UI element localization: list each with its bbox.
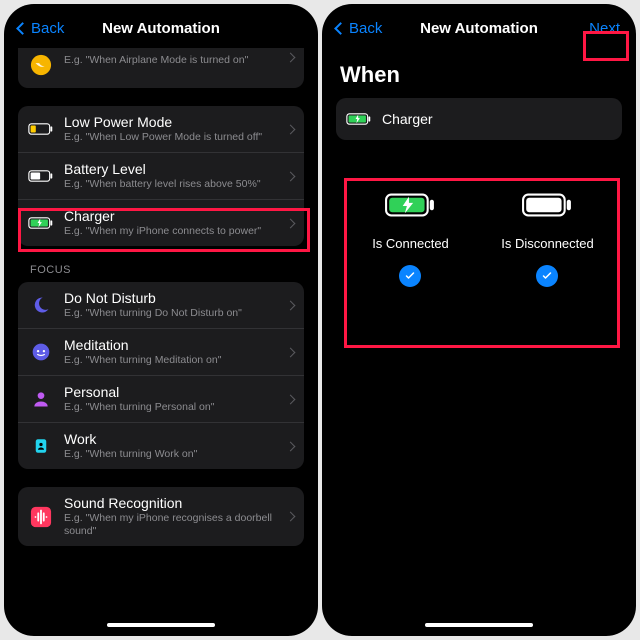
row-title: Personal bbox=[64, 384, 281, 401]
row-airplane-partial[interactable]: E.g. "When Airplane Mode is turned on" bbox=[18, 48, 304, 88]
row-sub: E.g. "When turning Personal on" bbox=[64, 401, 281, 414]
row-text: E.g. "When Airplane Mode is turned on" bbox=[64, 54, 281, 67]
home-indicator bbox=[107, 623, 215, 627]
nav-title: New Automation bbox=[420, 20, 538, 37]
row-charger[interactable]: ChargerE.g. "When my iPhone connects to … bbox=[18, 199, 304, 246]
group-sound: Sound RecognitionE.g. "When my iPhone re… bbox=[18, 487, 304, 546]
row-title: Meditation bbox=[64, 337, 281, 354]
work-icon bbox=[28, 433, 54, 459]
phone-right: Back New Automation Next When Charger bbox=[322, 4, 636, 636]
row-dnd[interactable]: Do Not DisturbE.g. "When turning Do Not … bbox=[18, 282, 304, 328]
sound-rec-icon bbox=[28, 504, 54, 530]
option-disconnected[interactable]: Is Disconnected bbox=[482, 188, 614, 287]
back-button[interactable]: Back bbox=[336, 20, 382, 37]
back-button[interactable]: Back bbox=[18, 20, 64, 37]
moon-icon bbox=[28, 292, 54, 318]
charger-icon bbox=[346, 106, 372, 132]
row-low-power[interactable]: Low Power ModeE.g. "When Low Power Mode … bbox=[18, 106, 304, 152]
chevron-right-icon bbox=[286, 300, 296, 310]
nav-bar: Back New Automation Next bbox=[326, 8, 632, 48]
chevron-right-icon bbox=[286, 171, 296, 181]
row-title: Do Not Disturb bbox=[64, 290, 281, 307]
person-icon bbox=[28, 386, 54, 412]
option-row: Is Connected Is Disconnected bbox=[336, 158, 622, 297]
chevron-left-icon bbox=[334, 22, 347, 35]
option-label: Is Connected bbox=[372, 236, 449, 251]
group-focus: Do Not DisturbE.g. "When turning Do Not … bbox=[18, 282, 304, 469]
option-label: Is Disconnected bbox=[501, 236, 594, 251]
row-title: Work bbox=[64, 431, 281, 448]
row-sub: E.g. "When my iPhone connects to power" bbox=[64, 225, 281, 238]
group-battery: Low Power ModeE.g. "When Low Power Mode … bbox=[18, 106, 304, 246]
battery-level-icon bbox=[28, 163, 54, 189]
row-title: Charger bbox=[64, 208, 281, 225]
chevron-left-icon bbox=[16, 22, 29, 35]
row-battery-level[interactable]: Battery LevelE.g. "When battery level ri… bbox=[18, 152, 304, 199]
screen-left: Back New Automation E.g. "When Airplane … bbox=[8, 8, 314, 632]
airplane-icon bbox=[28, 52, 54, 78]
row-sub: E.g. "When my iPhone recognises a doorbe… bbox=[64, 512, 281, 538]
nav-bar: Back New Automation bbox=[8, 8, 314, 48]
meditation-icon bbox=[28, 339, 54, 365]
row-sub: E.g. "When Low Power Mode is turned off" bbox=[64, 131, 281, 144]
battery-full-icon bbox=[521, 188, 573, 222]
row-work[interactable]: WorkE.g. "When turning Work on" bbox=[18, 422, 304, 469]
row-sub: E.g. "When turning Do Not Disturb on" bbox=[64, 307, 281, 320]
section-label-focus: FOCUS bbox=[18, 264, 304, 282]
group-trigger: Charger bbox=[336, 98, 622, 140]
trigger-title: Charger bbox=[382, 111, 612, 128]
row-title: Battery Level bbox=[64, 161, 281, 178]
check-icon bbox=[399, 265, 421, 287]
row-meditation[interactable]: MeditationE.g. "When turning Meditation … bbox=[18, 328, 304, 375]
phone-left: Back New Automation E.g. "When Airplane … bbox=[4, 4, 318, 636]
row-title: Sound Recognition bbox=[64, 495, 281, 512]
battery-charging-icon bbox=[384, 188, 436, 222]
when-heading: When bbox=[326, 48, 632, 98]
home-indicator bbox=[425, 623, 533, 627]
row-personal[interactable]: PersonalE.g. "When turning Personal on" bbox=[18, 375, 304, 422]
row-sound-rec[interactable]: Sound RecognitionE.g. "When my iPhone re… bbox=[18, 487, 304, 546]
check-icon bbox=[536, 265, 558, 287]
back-label: Back bbox=[31, 20, 64, 37]
chevron-right-icon bbox=[286, 394, 296, 404]
chevron-right-icon bbox=[286, 347, 296, 357]
charger-icon bbox=[28, 210, 54, 236]
chevron-right-icon bbox=[286, 512, 296, 522]
row-sub: E.g. "When turning Meditation on" bbox=[64, 354, 281, 367]
row-title: Low Power Mode bbox=[64, 114, 281, 131]
option-connected[interactable]: Is Connected bbox=[345, 188, 477, 287]
screen-right: Back New Automation Next When Charger bbox=[326, 8, 632, 632]
chevron-right-icon bbox=[286, 218, 296, 228]
nav-title: New Automation bbox=[102, 20, 220, 37]
row-sub: E.g. "When turning Work on" bbox=[64, 448, 281, 461]
content-right: Charger Is Connected Is Disconnected bbox=[326, 98, 632, 297]
chevron-right-icon bbox=[286, 124, 296, 134]
back-label: Back bbox=[349, 20, 382, 37]
content-left: E.g. "When Airplane Mode is turned on" L… bbox=[8, 48, 314, 546]
row-trigger[interactable]: Charger bbox=[336, 98, 622, 140]
low-power-icon bbox=[28, 116, 54, 142]
next-button[interactable]: Next bbox=[589, 20, 620, 37]
row-sub: E.g. "When Airplane Mode is turned on" bbox=[64, 54, 281, 67]
row-sub: E.g. "When battery level rises above 50%… bbox=[64, 178, 281, 191]
chevron-right-icon bbox=[286, 441, 296, 451]
chevron-right-icon bbox=[286, 53, 296, 63]
